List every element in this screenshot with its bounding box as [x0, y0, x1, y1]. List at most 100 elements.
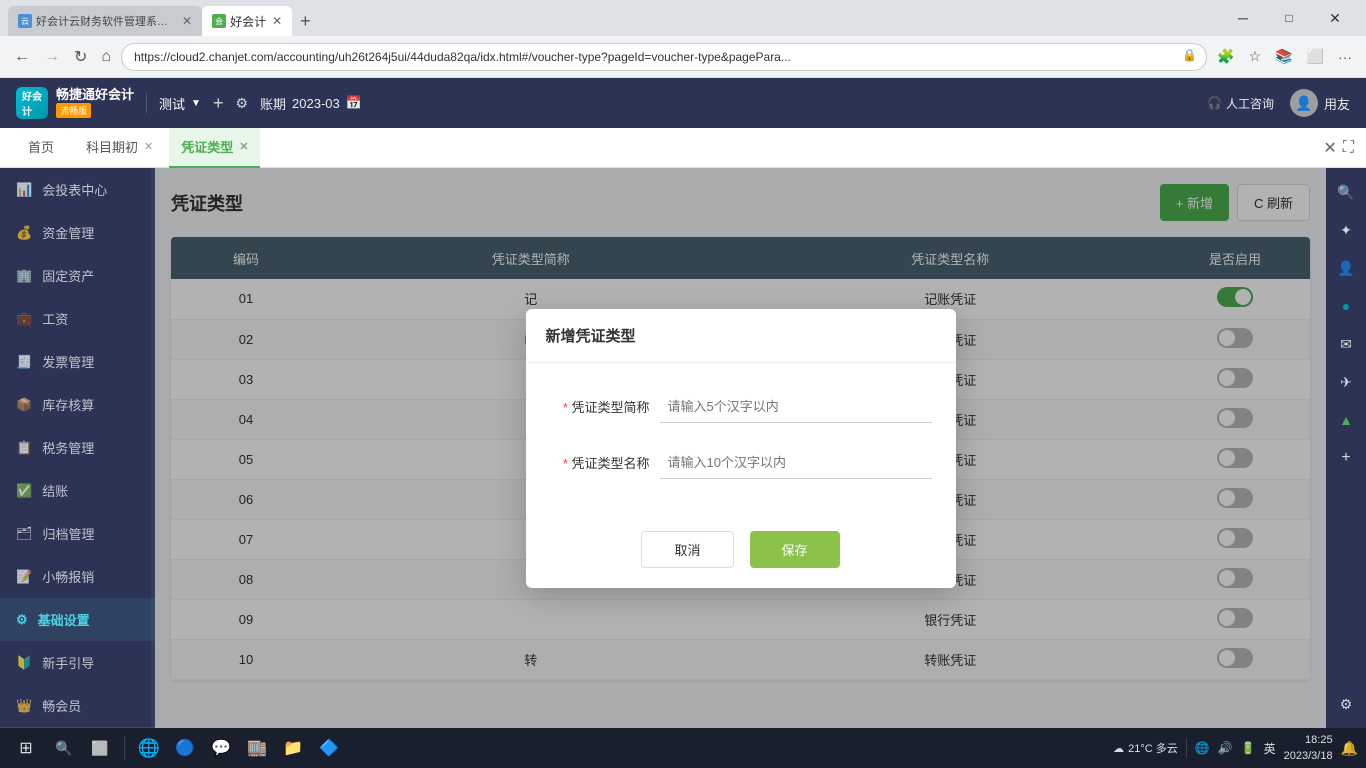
abbr-form-row: * 凭证类型简称: [550, 391, 932, 423]
taskbar-battery: 🔋: [1241, 741, 1256, 755]
cancel-button[interactable]: 取消: [641, 531, 733, 568]
sidebar-item-invoice[interactable]: 🧾 发票管理: [0, 340, 155, 383]
right-icon-circle[interactable]: ●: [1330, 290, 1362, 322]
tab-subject[interactable]: 科目期初 ✕: [74, 128, 165, 168]
tab-home[interactable]: 首页: [12, 128, 70, 168]
sidebar-capital-label: 资金管理: [42, 223, 94, 242]
calendar-icon[interactable]: 📅: [346, 95, 362, 111]
sidebar-item-member[interactable]: 👑 畅会员: [0, 684, 155, 727]
right-icon-green[interactable]: ▲: [1330, 404, 1362, 436]
user-area[interactable]: 👤 用友: [1290, 89, 1350, 117]
modal-header: 新增凭证类型: [526, 309, 956, 363]
tab2-label: 好会计: [230, 13, 266, 30]
settings-gear-button[interactable]: ⚙: [235, 95, 248, 112]
sidebar-item-settings[interactable]: ⚙ 基础设置: [0, 598, 155, 641]
period-info: 账期 2023-03 📅: [260, 94, 362, 113]
minimize-button[interactable]: ─: [1220, 3, 1266, 33]
taskbar-edge[interactable]: 🌐: [133, 732, 165, 764]
sidebar-guide-label: 新手引导: [42, 653, 94, 672]
new-tab-button[interactable]: +: [292, 6, 319, 36]
right-icon-mail[interactable]: ✉: [1330, 328, 1362, 360]
browser-tab-1[interactable]: 云 好会计云财务软件管理系统_会计 ✕: [8, 6, 202, 36]
sidebar-item-checkout[interactable]: ✅ 结账: [0, 469, 155, 512]
taskbar-task-view[interactable]: ⬜: [84, 732, 116, 764]
company-selector[interactable]: 测试 ▼: [159, 94, 201, 113]
browser-titlebar: 云 好会计云财务软件管理系统_会计 ✕ 会 好会计 ✕ + ─ □ ✕: [0, 0, 1366, 36]
start-button[interactable]: ⊞: [8, 732, 44, 764]
taskbar-store[interactable]: 🏬: [241, 732, 273, 764]
sidebar-item-tax[interactable]: 📋 税务管理: [0, 426, 155, 469]
abbr-input[interactable]: [660, 391, 932, 423]
sidebar-item-archive[interactable]: 🗂 归档管理: [0, 512, 155, 555]
sidebar-item-salary[interactable]: 💼 工资: [0, 297, 155, 340]
taskbar-lang: 英: [1264, 740, 1276, 757]
sidebar-bottom[interactable]: ◀ 取消固定: [0, 727, 155, 728]
split-screen-button[interactable]: ⬜: [1303, 44, 1328, 69]
taskbar-notification[interactable]: 🔔: [1341, 740, 1358, 757]
address-input[interactable]: [121, 43, 1207, 71]
guide-icon: 🔰: [16, 655, 32, 671]
tab-voucher-type[interactable]: 凭证类型 ✕: [169, 128, 260, 168]
tab-voucher-close[interactable]: ✕: [239, 140, 248, 153]
collections-button[interactable]: 📚: [1271, 44, 1296, 69]
consult-btn[interactable]: 🎧 人工咨询: [1207, 95, 1274, 112]
tab1-close[interactable]: ✕: [182, 14, 192, 28]
sidebar-item-inventory[interactable]: 📦 库存核算: [0, 383, 155, 426]
right-icon-gear[interactable]: ⚙: [1330, 688, 1362, 720]
member-icon: 👑: [16, 698, 32, 714]
save-button[interactable]: 保存: [750, 531, 840, 568]
sidebar-item-capital[interactable]: 💰 资金管理: [0, 211, 155, 254]
sidebar-item-dashboard[interactable]: 📊 会投表中心: [0, 168, 155, 211]
salary-icon: 💼: [16, 311, 32, 327]
taskbar-date: 2023/3/18: [1284, 748, 1333, 765]
taskbar-wechat[interactable]: 💬: [205, 732, 237, 764]
period-value: 2023-03: [292, 96, 340, 111]
fixed-assets-icon: 🏢: [16, 268, 32, 284]
settings-button[interactable]: ···: [1334, 45, 1356, 69]
app-header: 好会计 畅捷通好会计 流畅版 测试 ▼ + ⚙ 账期 2023-03 📅 🎧 人…: [0, 78, 1366, 128]
tab-minimize-button[interactable]: ✕: [1323, 138, 1336, 158]
tab-home-label: 首页: [28, 137, 54, 156]
right-panel: 🔍 ✦ 👤 ● ✉ ✈ ▲ + ⚙: [1326, 168, 1366, 728]
extensions-button[interactable]: 🧩: [1213, 44, 1238, 69]
sidebar-item-report[interactable]: 📝 小畅报销: [0, 555, 155, 598]
tab2-close[interactable]: ✕: [272, 14, 282, 28]
tab-strip: 云 好会计云财务软件管理系统_会计 ✕ 会 好会计 ✕ +: [8, 0, 1216, 36]
app-logo: 好会计 畅捷通好会计 流畅版: [16, 87, 134, 119]
add-company-button[interactable]: +: [213, 93, 224, 114]
taskbar-search[interactable]: 🔍: [48, 732, 80, 764]
tab-expand-button[interactable]: ⛶: [1343, 138, 1354, 158]
right-icon-send[interactable]: ✈: [1330, 366, 1362, 398]
reload-button[interactable]: ↻: [70, 43, 91, 71]
name-input[interactable]: [660, 447, 932, 479]
taskbar-folder[interactable]: 📁: [277, 732, 309, 764]
back-button[interactable]: ←: [10, 44, 34, 70]
right-icon-star[interactable]: ✦: [1330, 214, 1362, 246]
abbr-label: * 凭证类型简称: [550, 397, 660, 416]
period-label: 账期: [260, 94, 286, 113]
favorites-button[interactable]: ☆: [1245, 44, 1266, 69]
browser-tab-2[interactable]: 会 好会计 ✕: [202, 6, 292, 36]
maximize-button[interactable]: □: [1266, 3, 1312, 33]
address-input-wrapper: 🔒: [121, 43, 1207, 71]
tax-icon: 📋: [16, 440, 32, 456]
forward-button[interactable]: →: [40, 44, 64, 70]
sidebar-member-label: 畅会员: [42, 696, 81, 715]
taskbar-edge2[interactable]: 🔷: [313, 732, 345, 764]
right-icon-search[interactable]: 🔍: [1330, 176, 1362, 208]
taskbar-chrome[interactable]: 🔵: [169, 732, 201, 764]
tab-subject-close[interactable]: ✕: [144, 140, 153, 153]
right-icon-plus[interactable]: +: [1330, 442, 1362, 474]
right-icon-user[interactable]: 👤: [1330, 252, 1362, 284]
sidebar-item-guide[interactable]: 🔰 新手引导: [0, 641, 155, 684]
home-button[interactable]: ⌂: [97, 44, 115, 70]
sidebar-tax-label: 税务管理: [42, 438, 94, 457]
sidebar-archive-label: 归档管理: [43, 524, 95, 543]
capital-icon: 💰: [16, 225, 32, 241]
sidebar-item-fixed-assets[interactable]: 🏢 固定资产: [0, 254, 155, 297]
taskbar-time: 18:25: [1284, 732, 1333, 749]
header-right: 🎧 人工咨询 👤 用友: [1207, 89, 1350, 117]
taskbar: ⊞ 🔍 ⬜ 🌐 🔵 💬 🏬 📁 🔷 ☁ 21°C 多云 🌐 🔊 🔋 英 18:2…: [0, 728, 1366, 768]
close-window-button[interactable]: ✕: [1312, 3, 1358, 33]
sidebar-checkout-label: 结账: [42, 481, 68, 500]
